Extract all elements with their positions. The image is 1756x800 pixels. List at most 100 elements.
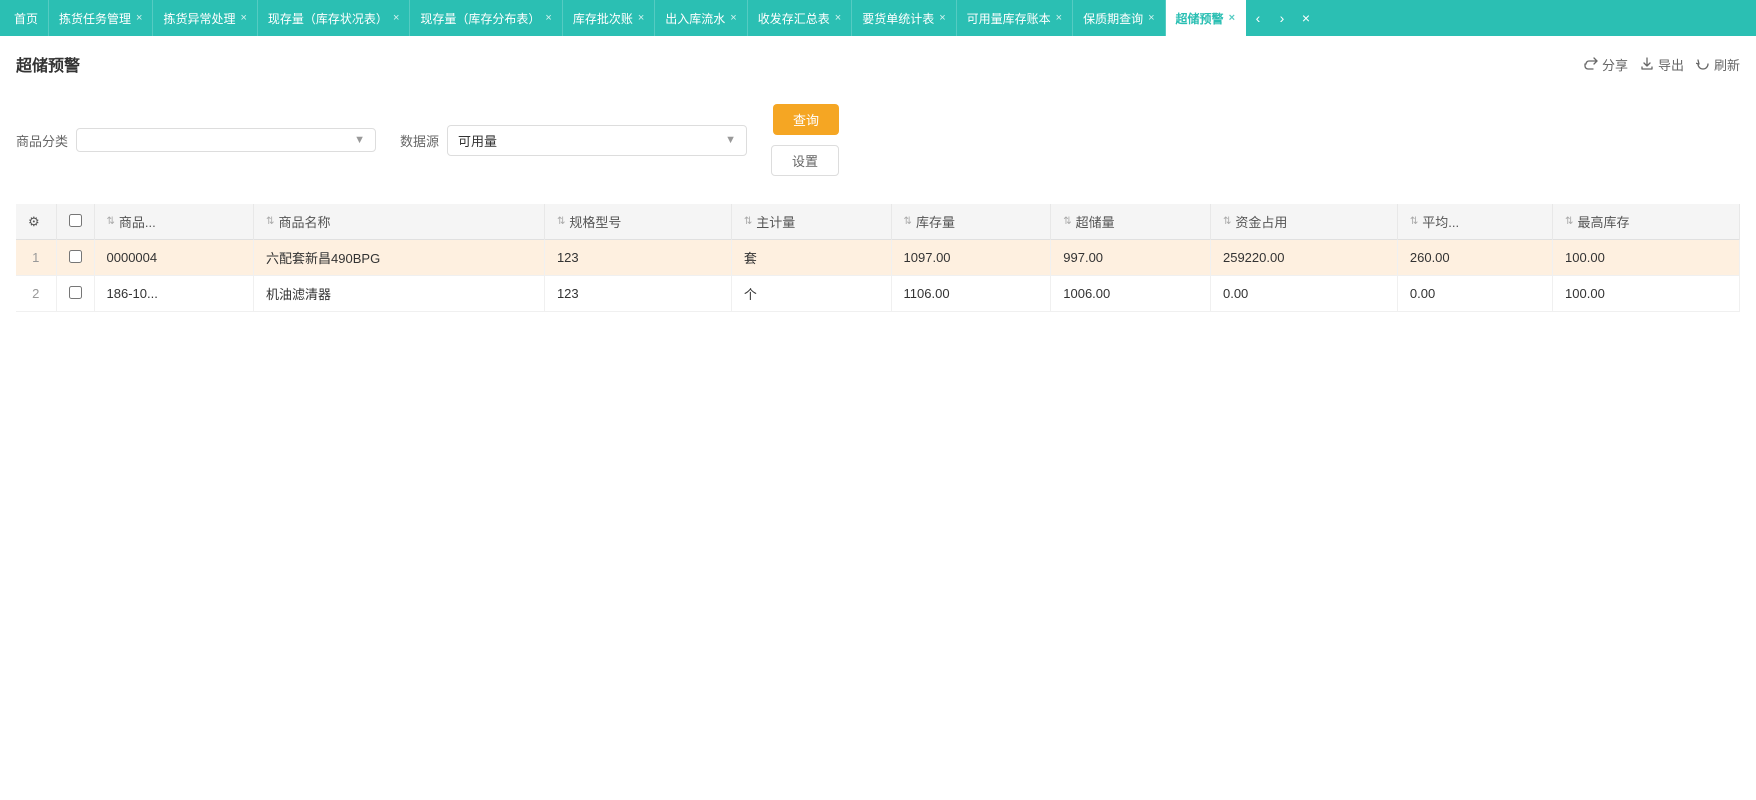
nav-close-arrow[interactable]: × xyxy=(1294,0,1318,36)
table-body: 1 0000004 六配套新昌490BPG 123 套 1097.00 997.… xyxy=(16,240,1740,312)
th-capital[interactable]: ⇅ 资金占用 xyxy=(1210,204,1397,240)
nav-tab-inout-flow-close[interactable]: × xyxy=(730,12,736,24)
filter-area: 商品分类 ▼ 数据源 可用量 ▼ 查询 设置 xyxy=(16,92,1740,188)
row-num-1: 2 xyxy=(16,276,56,312)
row-capital-0: 259220.00 xyxy=(1210,240,1397,276)
th-overstock[interactable]: ⇅ 超储量 xyxy=(1051,204,1211,240)
row-product-name-1: 机油滤清器 xyxy=(254,276,545,312)
row-max-stock-0: 100.00 xyxy=(1553,240,1740,276)
export-icon xyxy=(1640,57,1654,71)
row-spec-0: 123 xyxy=(544,240,731,276)
refresh-icon xyxy=(1696,57,1710,71)
nav-tab-order-stats-close[interactable]: × xyxy=(939,12,945,24)
top-navigation: 首页 拣货任务管理 × 拣货异常处理 × 现存量（库存状况表） × 现存量（库存… xyxy=(0,0,1756,36)
nav-tab-receive-summary-label: 收发存汇总表 xyxy=(758,10,830,27)
nav-tab-overstock-warning-close[interactable]: × xyxy=(1229,12,1235,24)
th-gear[interactable]: ⚙ xyxy=(16,204,56,240)
export-button[interactable]: 导出 xyxy=(1640,55,1684,74)
row-checkbox-0[interactable] xyxy=(69,250,82,263)
share-button[interactable]: 分享 xyxy=(1584,55,1628,74)
row-overstock-0: 997.00 xyxy=(1051,240,1211,276)
th-stock[interactable]: ⇅ 库存量 xyxy=(891,204,1051,240)
datasource-chevron-icon: ▼ xyxy=(725,134,736,146)
row-unit-1: 个 xyxy=(731,276,891,312)
row-spec-1: 123 xyxy=(544,276,731,312)
th-checkbox[interactable] xyxy=(56,204,94,240)
row-max-stock-1: 100.00 xyxy=(1553,276,1740,312)
row-checkbox-cell-1[interactable] xyxy=(56,276,94,312)
row-product-code-1: 186-10... xyxy=(94,276,254,312)
gear-icon: ⚙ xyxy=(28,214,40,229)
main-content: 超储预警 分享 导出 刷新 商品 xyxy=(0,36,1756,800)
nav-tab-abnormal[interactable]: 拣货异常处理 × xyxy=(153,0,257,36)
datasource-select[interactable]: 可用量 ▼ xyxy=(447,125,747,156)
datasource-value: 可用量 xyxy=(458,131,497,150)
th-avg[interactable]: ⇅ 平均... xyxy=(1397,204,1552,240)
nav-next-arrow[interactable]: › xyxy=(1270,0,1294,36)
share-label: 分享 xyxy=(1602,55,1628,74)
nav-tab-receive-summary-close[interactable]: × xyxy=(835,12,841,24)
nav-tab-home-label: 首页 xyxy=(14,10,38,27)
nav-prev-arrow[interactable]: ‹ xyxy=(1246,0,1270,36)
nav-tab-overstock-warning[interactable]: 超储预警 × xyxy=(1166,0,1246,36)
data-table: ⚙ ⇅ 商品... ⇅ 商品名称 xyxy=(16,204,1740,312)
nav-tab-order-stats-label: 要货单统计表 xyxy=(862,10,934,27)
nav-tab-abnormal-close[interactable]: × xyxy=(240,12,246,24)
nav-tab-inventory-dist-close[interactable]: × xyxy=(545,12,551,24)
nav-tab-inventory-status[interactable]: 现存量（库存状况表） × xyxy=(258,0,410,36)
th-spec[interactable]: ⇅ 规格型号 xyxy=(544,204,731,240)
th-product-code[interactable]: ⇅ 商品... xyxy=(94,204,254,240)
category-select[interactable]: ▼ xyxy=(76,128,376,152)
row-checkbox-1[interactable] xyxy=(69,286,82,299)
row-stock-1: 1106.00 xyxy=(891,276,1051,312)
nav-tab-abnormal-label: 拣货异常处理 xyxy=(163,10,235,27)
refresh-label: 刷新 xyxy=(1714,55,1740,74)
row-product-name-0: 六配套新昌490BPG xyxy=(254,240,545,276)
nav-tab-available-ledger-close[interactable]: × xyxy=(1056,12,1062,24)
refresh-button[interactable]: 刷新 xyxy=(1696,55,1740,74)
filter-datasource: 数据源 可用量 ▼ xyxy=(400,125,747,156)
row-checkbox-cell-0[interactable] xyxy=(56,240,94,276)
row-avg-0: 260.00 xyxy=(1397,240,1552,276)
row-stock-0: 1097.00 xyxy=(891,240,1051,276)
nav-tab-quality-check[interactable]: 保质期查询 × xyxy=(1073,0,1165,36)
sort-icon-stock: ⇅ xyxy=(904,216,912,227)
nav-tab-quality-check-label: 保质期查询 xyxy=(1083,10,1143,27)
sort-icon-product-code: ⇅ xyxy=(107,216,115,227)
nav-tab-batch-close[interactable]: × xyxy=(638,12,644,24)
datasource-label: 数据源 xyxy=(400,131,439,150)
row-avg-1: 0.00 xyxy=(1397,276,1552,312)
nav-tab-inventory-status-close[interactable]: × xyxy=(393,12,399,24)
select-all-checkbox[interactable] xyxy=(69,214,82,227)
nav-tab-inout-flow[interactable]: 出入库流水 × xyxy=(655,0,747,36)
category-chevron-icon: ▼ xyxy=(354,134,365,146)
th-max-stock[interactable]: ⇅ 最高库存 xyxy=(1553,204,1740,240)
nav-tab-inventory-dist[interactable]: 现存量（库存分布表） × xyxy=(410,0,562,36)
nav-tab-order-stats[interactable]: 要货单统计表 × xyxy=(852,0,956,36)
th-product-name[interactable]: ⇅ 商品名称 xyxy=(254,204,545,240)
nav-tab-task-mgmt[interactable]: 拣货任务管理 × xyxy=(49,0,153,36)
filter-category: 商品分类 ▼ xyxy=(16,128,376,152)
query-button[interactable]: 查询 xyxy=(773,104,839,135)
nav-tab-task-mgmt-close[interactable]: × xyxy=(136,12,142,24)
row-unit-0: 套 xyxy=(731,240,891,276)
sort-icon-overstock: ⇅ xyxy=(1063,216,1071,227)
nav-tab-batch[interactable]: 库存批次账 × xyxy=(563,0,655,36)
table-row: 1 0000004 六配套新昌490BPG 123 套 1097.00 997.… xyxy=(16,240,1740,276)
nav-tab-available-ledger[interactable]: 可用量库存账本 × xyxy=(957,0,1073,36)
settings-button[interactable]: 设置 xyxy=(771,145,839,176)
sort-icon-unit: ⇅ xyxy=(744,216,752,227)
nav-tab-available-ledger-label: 可用量库存账本 xyxy=(967,10,1051,27)
filter-buttons: 查询 设置 xyxy=(771,104,839,176)
nav-tab-quality-check-close[interactable]: × xyxy=(1148,12,1154,24)
nav-tab-receive-summary[interactable]: 收发存汇总表 × xyxy=(748,0,852,36)
nav-tab-inventory-dist-label: 现存量（库存分布表） xyxy=(420,10,540,27)
sort-icon-product-name: ⇅ xyxy=(266,216,274,227)
nav-tab-inout-flow-label: 出入库流水 xyxy=(665,10,725,27)
nav-tab-home[interactable]: 首页 xyxy=(4,0,49,36)
sort-icon-spec: ⇅ xyxy=(557,216,565,227)
nav-tab-task-mgmt-label: 拣货任务管理 xyxy=(59,10,131,27)
category-label: 商品分类 xyxy=(16,131,68,150)
sort-icon-capital: ⇅ xyxy=(1223,216,1231,227)
th-unit[interactable]: ⇅ 主计量 xyxy=(731,204,891,240)
